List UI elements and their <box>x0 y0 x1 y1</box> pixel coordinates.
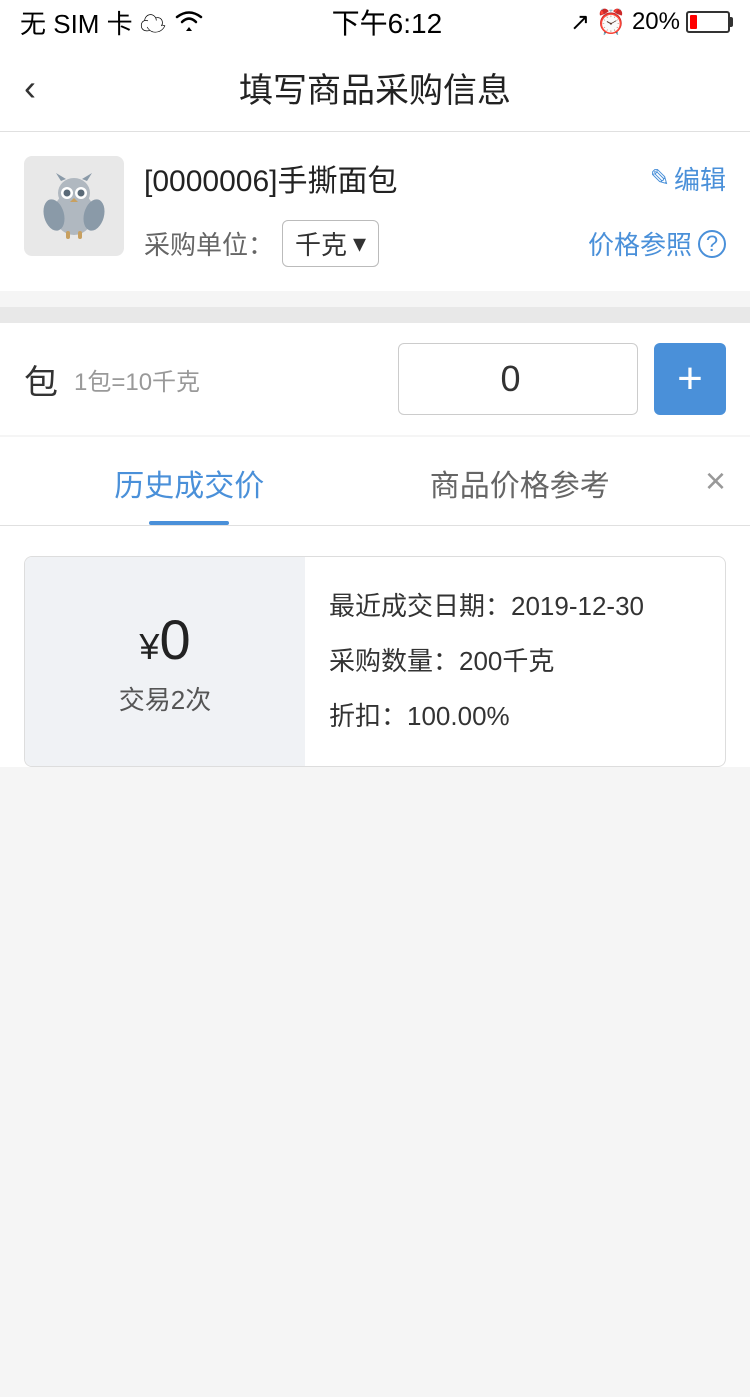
quantity-row: 包 1包=10千克 + <box>0 323 750 435</box>
wifi-icon <box>174 7 204 38</box>
status-time: 下午6:12 <box>332 2 443 42</box>
product-image <box>24 156 124 256</box>
latest-date-label: 最近成交日期： <box>329 591 511 621</box>
yen-symbol: ¥ <box>139 626 159 667</box>
sim-label: 无 SIM 卡 ☁ <box>20 4 166 41</box>
back-button[interactable]: ‹ <box>24 67 36 109</box>
latest-date-row: 最近成交日期：2019-12-30 <box>329 587 701 626</box>
price-ref-button[interactable]: 价格参照 ? <box>588 225 726 262</box>
nav-bar: ‹ 填写商品采购信息 <box>0 44 750 132</box>
quantity-value: 200千克 <box>459 646 554 676</box>
plus-button[interactable]: + <box>654 343 726 415</box>
discount-label: 折扣： <box>329 701 407 731</box>
status-left: 无 SIM 卡 ☁ <box>20 4 204 41</box>
unit-value: 千克 <box>295 225 347 262</box>
tab-header: 历史成交价 商品价格参考 × <box>0 437 750 526</box>
unit-row: 采购单位： 千克 ▾ 价格参照 ? <box>144 220 726 267</box>
tab-product-price-ref[interactable]: 商品价格参考 <box>354 437 684 525</box>
unit-select[interactable]: 千克 ▾ <box>282 220 379 267</box>
unit-arrow-icon: ▾ <box>353 228 366 259</box>
price-value: 0 <box>159 608 190 671</box>
status-right: ↗ ⏰ 20% <box>570 8 730 37</box>
price-ref-help-icon: ? <box>698 230 726 258</box>
unit-equiv: 1包=10千克 <box>74 362 382 397</box>
trade-price-section: ¥0 交易2次 <box>25 557 305 766</box>
quantity-label: 采购数量： <box>329 646 459 676</box>
product-name: [0000006]手撕面包 <box>144 156 397 200</box>
tab-history-price[interactable]: 历史成交价 <box>24 437 354 525</box>
battery-percent: 20% <box>632 8 680 36</box>
unit-badge: 包 <box>24 355 58 404</box>
alarm-icon: ⏰ <box>596 8 626 37</box>
product-info: [0000006]手撕面包 ✎ 编辑 采购单位： 千克 ▾ 价格参照 ? <box>144 156 726 267</box>
tab-close-button[interactable]: × <box>685 440 726 522</box>
latest-date-value: 2019-12-30 <box>511 591 644 621</box>
trade-card: ¥0 交易2次 最近成交日期：2019-12-30 采购数量：200千克 折扣：… <box>24 556 726 767</box>
discount-value: 100.00% <box>407 701 510 731</box>
edit-icon: ✎ <box>650 164 670 193</box>
purchase-quantity-row: 采购数量：200千克 <box>329 642 701 681</box>
product-name-row: [0000006]手撕面包 ✎ 编辑 <box>144 156 726 200</box>
unit-label: 采购单位： <box>144 225 274 262</box>
discount-row: 折扣：100.00% <box>329 697 701 736</box>
trade-price: ¥0 <box>139 607 190 672</box>
quantity-input[interactable] <box>398 343 638 415</box>
price-ref-label: 价格参照 <box>588 225 692 262</box>
plus-icon: + <box>677 354 703 404</box>
edit-button[interactable]: ✎ 编辑 <box>650 160 726 197</box>
battery-icon <box>686 11 730 33</box>
product-logo <box>39 171 109 241</box>
trade-count: 交易2次 <box>119 680 211 717</box>
divider <box>0 307 750 323</box>
page-title: 填写商品采购信息 <box>239 63 511 112</box>
location-icon: ↗ <box>570 8 590 37</box>
product-card: [0000006]手撕面包 ✎ 编辑 采购单位： 千克 ▾ 价格参照 ? <box>0 132 750 291</box>
trade-detail-section: 最近成交日期：2019-12-30 采购数量：200千克 折扣：100.00% <box>305 557 725 766</box>
bottom-spacer <box>0 797 750 1397</box>
tab-section: 历史成交价 商品价格参考 × ¥0 交易2次 最近成交日期：2019-12-30… <box>0 437 750 767</box>
edit-label: 编辑 <box>674 160 726 197</box>
status-bar: 无 SIM 卡 ☁ 下午6:12 ↗ ⏰ 20% <box>0 0 750 44</box>
